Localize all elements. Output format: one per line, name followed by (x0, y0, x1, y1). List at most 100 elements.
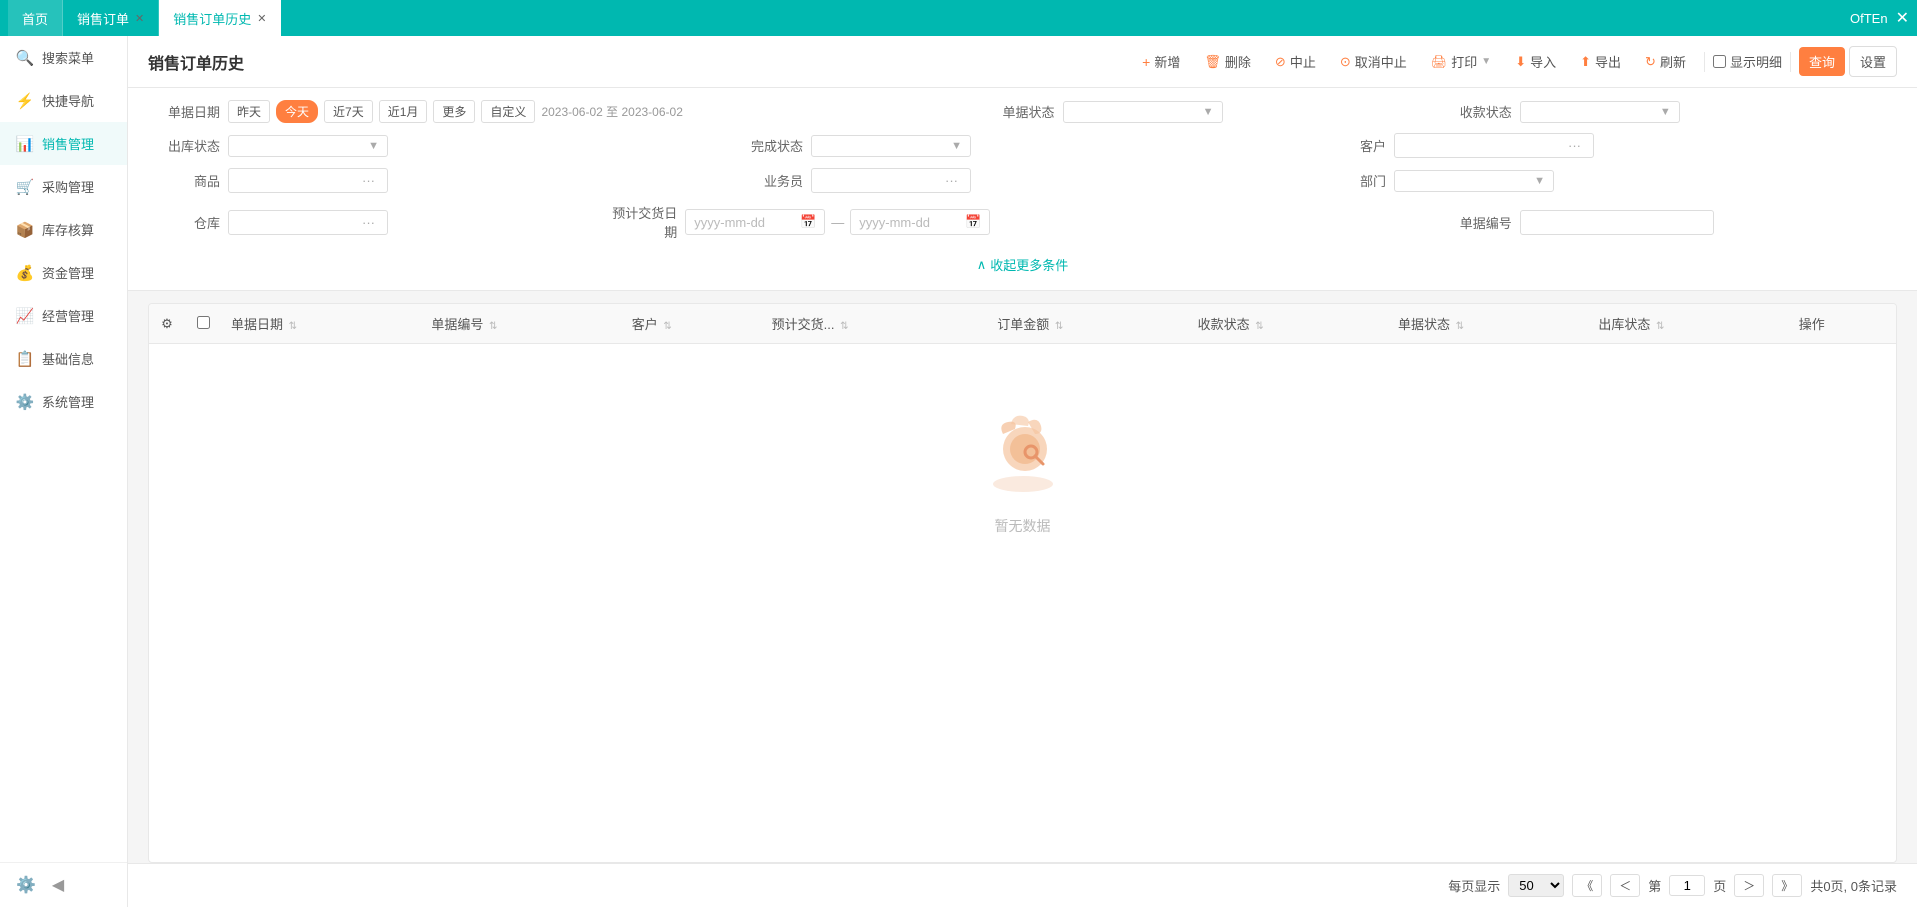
dept-select[interactable]: ▼ (1394, 170, 1554, 192)
doc-status-dropdown-icon: ▼ (1203, 106, 1214, 118)
yesterday-btn[interactable]: 昨天 (228, 100, 270, 123)
filter-area: 单据日期 昨天 今天 近7天 近1月 更多 自定义 2023-06-02 至 2… (128, 88, 1917, 291)
sidebar-settings-icon[interactable]: ⚙️ (16, 875, 36, 895)
export-button[interactable]: ⬆ 导出 (1570, 47, 1631, 76)
finance-icon: 💰 (16, 264, 34, 282)
display-detail-toggle[interactable]: 显示明细 (1713, 52, 1782, 71)
sidebar-item-system[interactable]: ⚙️ 系统管理 (0, 380, 127, 423)
sort-doc-status-icon[interactable]: ⇅ (1456, 321, 1464, 332)
sidebar-item-purchase-manage[interactable]: 🛒 采购管理 (0, 165, 127, 208)
tab-bar: 首页 销售订单 ✕ 销售订单历史 ✕ (8, 0, 281, 36)
customer-dots[interactable]: ··· (1564, 138, 1585, 153)
table-header-outbound-status: 出库状态 ⇅ (1588, 304, 1788, 344)
settings-button[interactable]: 设置 (1849, 46, 1897, 77)
close-sales-order-history-tab[interactable]: ✕ (257, 12, 266, 25)
today-btn[interactable]: 今天 (276, 100, 318, 123)
per-page-select[interactable]: 10 20 50 100 (1508, 874, 1564, 897)
query-button[interactable]: 查询 (1799, 47, 1845, 76)
product-dots[interactable]: ··· (358, 173, 379, 188)
inventory-icon: 📦 (16, 221, 34, 239)
topbar-close-icon[interactable]: ✕ (1896, 8, 1909, 28)
warehouse-select[interactable]: ··· (228, 210, 388, 235)
sidebar-collapse-icon[interactable]: ◀ (52, 875, 64, 895)
last-page-btn[interactable]: 》 (1772, 874, 1802, 897)
sort-amount-icon[interactable]: ⇅ (1055, 321, 1063, 332)
complete-status-select[interactable]: ▼ (811, 135, 971, 157)
month-btn[interactable]: 近1月 (379, 100, 428, 123)
delivery-end-date[interactable]: yyyy-mm-dd 📅 (850, 209, 990, 235)
next-page-btn[interactable]: ＞ (1734, 874, 1764, 897)
sort-customer-icon[interactable]: ⇅ (663, 321, 671, 332)
filter-row-4: 仓库 ··· 预计交货日期 yyyy-mm-dd 📅 — yyyy-mm-d (148, 203, 1897, 241)
sidebar-item-quick-nav[interactable]: ⚡ 快捷导航 (0, 79, 127, 122)
select-all-checkbox[interactable] (197, 316, 210, 329)
sort-delivery-icon[interactable]: ⇅ (840, 321, 848, 332)
first-page-btn[interactable]: 《 (1572, 874, 1602, 897)
calendar-start-icon[interactable]: 📅 (800, 214, 816, 230)
sidebar-item-basic-info[interactable]: 📋 基础信息 (0, 337, 127, 380)
salesman-select[interactable]: ··· (811, 168, 971, 193)
collapse-filter[interactable]: ∧ 收起更多条件 (148, 251, 1897, 278)
page-label: 第 (1648, 876, 1661, 895)
close-sales-order-tab[interactable]: ✕ (135, 12, 144, 25)
prev-page-btn[interactable]: ＜ (1610, 874, 1640, 897)
display-detail-checkbox[interactable] (1713, 55, 1726, 68)
home-tab-label: 首页 (22, 9, 48, 28)
tab-sales-order-history[interactable]: 销售订单历史 ✕ (159, 0, 281, 36)
week-btn[interactable]: 近7天 (324, 100, 373, 123)
sales-manage-icon: 📊 (16, 135, 34, 153)
payment-status-select[interactable]: ▼ (1520, 101, 1680, 123)
doc-status-field: ▼ (1063, 101, 1440, 123)
sort-payment-icon[interactable]: ⇅ (1255, 321, 1263, 332)
outbound-status-select[interactable]: ▼ (228, 135, 388, 157)
table-checkbox-header[interactable] (185, 304, 221, 344)
sidebar-item-finance[interactable]: 💰 资金管理 (0, 251, 127, 294)
sort-number-icon[interactable]: ⇅ (489, 321, 497, 332)
doc-status-select[interactable]: ▼ (1063, 101, 1223, 123)
custom-btn[interactable]: 自定义 (481, 100, 535, 123)
page-title: 销售订单历史 (148, 50, 244, 74)
per-page-label: 每页显示 (1448, 876, 1500, 895)
sort-outbound-icon[interactable]: ⇅ (1656, 321, 1664, 332)
tab-sales-order[interactable]: 销售订单 ✕ (63, 0, 159, 36)
sidebar-item-inventory[interactable]: 📦 库存核算 (0, 208, 127, 251)
export-label: 导出 (1595, 52, 1621, 71)
sort-date-icon[interactable]: ⇅ (289, 321, 297, 332)
salesman-field: ··· (811, 168, 1314, 193)
tab-home[interactable]: 首页 (8, 0, 63, 36)
complete-status-dropdown-icon: ▼ (951, 140, 962, 152)
search-menu-icon: 🔍 (16, 49, 34, 67)
import-button[interactable]: ⬇ 导入 (1505, 47, 1566, 76)
doc-number-input[interactable] (1520, 210, 1714, 235)
salesman-dots[interactable]: ··· (941, 173, 962, 188)
calendar-end-icon[interactable]: 📅 (965, 214, 981, 230)
table-header-date: 单据日期 ⇅ (221, 304, 421, 344)
sidebar-item-search-menu[interactable]: 🔍 搜索菜单 (0, 36, 127, 79)
warehouse-dots[interactable]: ··· (358, 215, 379, 230)
add-button[interactable]: + 新增 (1132, 47, 1190, 76)
data-table: ⚙ 单据日期 ⇅ 单据编号 ⇅ 客户 (149, 304, 1896, 344)
top-bar-right: OfTEn ✕ (1850, 8, 1909, 28)
customer-field: ··· (1394, 133, 1897, 158)
stop-button[interactable]: ⊘ 中止 (1265, 47, 1326, 76)
outbound-status-dropdown-icon: ▼ (368, 140, 379, 152)
refresh-button[interactable]: ↻ 刷新 (1635, 47, 1696, 76)
delivery-start-date[interactable]: yyyy-mm-dd 📅 (685, 209, 825, 235)
product-select[interactable]: ··· (228, 168, 388, 193)
table-settings-header[interactable]: ⚙ (149, 304, 185, 344)
customer-select[interactable]: ··· (1394, 133, 1594, 158)
cancel-stop-button[interactable]: ⊙ 取消中止 (1330, 47, 1417, 76)
doc-number-field (1520, 210, 1897, 235)
table-header-payment-status: 收款状态 ⇅ (1188, 304, 1388, 344)
print-icon: 🖨 (1431, 54, 1448, 70)
sidebar-item-sales-manage[interactable]: 📊 销售管理 (0, 122, 127, 165)
more-btn[interactable]: 更多 (433, 100, 475, 123)
settings-label: 设置 (1860, 52, 1886, 71)
current-page-input[interactable] (1669, 875, 1705, 896)
delivery-end-placeholder: yyyy-mm-dd (859, 215, 930, 230)
add-icon: + (1142, 54, 1150, 70)
sidebar-item-business[interactable]: 📈 经营管理 (0, 294, 127, 337)
sidebar-label-search-menu: 搜索菜单 (42, 48, 94, 67)
print-button[interactable]: 🖨 打印 ▼ (1421, 47, 1501, 76)
delete-button[interactable]: 🗑 删除 (1194, 47, 1261, 76)
